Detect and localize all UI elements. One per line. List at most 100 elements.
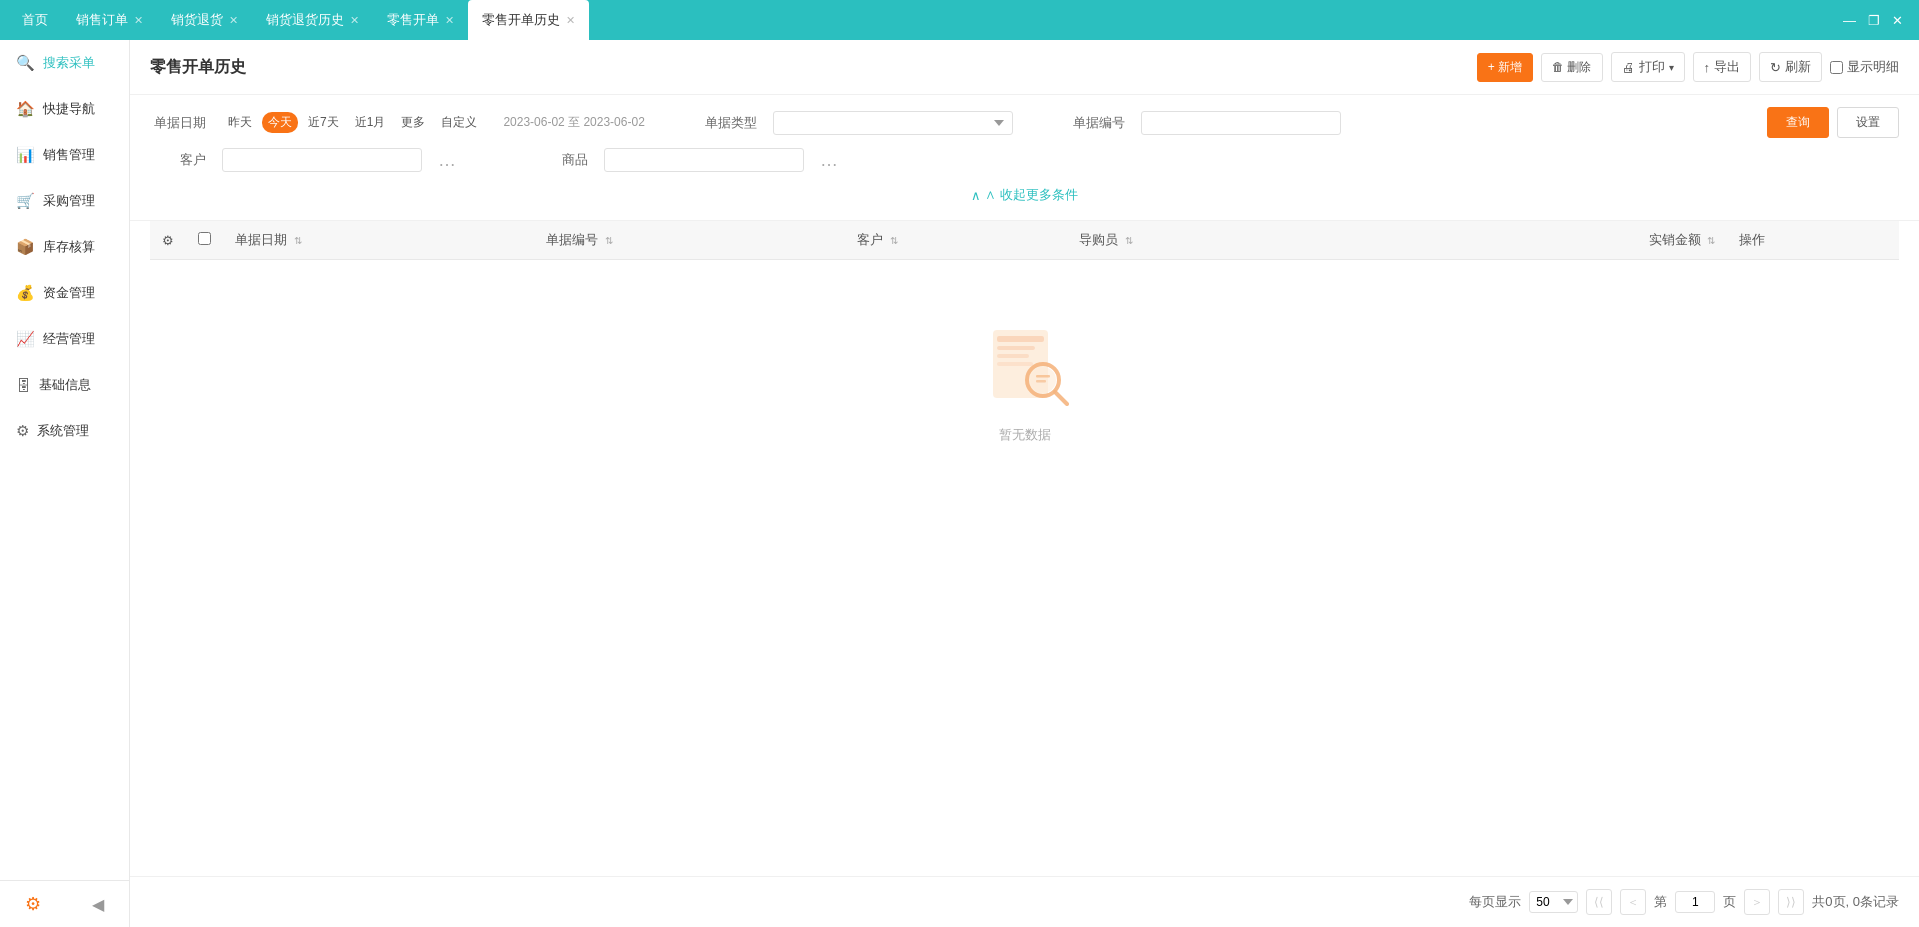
shortcut-1month[interactable]: 近1月 [349,112,392,133]
restore-btn[interactable]: ❐ [1868,13,1880,28]
pagination-bar: 每页显示 50 10 20 100 ⟨⟨ ＜ 第 页 ＞ ⟩⟩ 共0页, 0条记… [130,876,1919,927]
sidebar-item-finance[interactable]: 💰 资金管理 [0,270,129,316]
close-icon[interactable]: ✕ [566,14,575,27]
shortcut-yesterday[interactable]: 昨天 [222,112,258,133]
sort-icon: ⇅ [890,235,898,246]
gear-icon: ⚙ [16,422,29,440]
table-wrapper: ⚙ 单据日期 ⇅ 单据编号 ⇅ [130,221,1919,876]
sidebar-item-operations[interactable]: 📈 经营管理 [0,316,129,362]
shortcut-7days[interactable]: 近7天 [302,112,345,133]
search-icon: 🔍 [16,54,35,72]
table-settings-col[interactable]: ⚙ [150,221,186,260]
sidebar-item-inventory[interactable]: 📦 库存核算 [0,224,129,270]
sidebar-item-sales[interactable]: 📊 销售管理 [0,132,129,178]
table-settings-icon[interactable]: ⚙ [162,233,174,248]
tab-sales-return[interactable]: 销货退货 ✕ [157,0,252,40]
shortcut-custom[interactable]: 自定义 [435,112,483,133]
refresh-icon: ↻ [1770,60,1781,75]
close-icon[interactable]: ✕ [445,14,454,27]
sort-icon: ⇅ [1707,235,1715,246]
refresh-button[interactable]: ↻ 刷新 [1759,52,1822,82]
content-area: 零售开单历史 + 新增 🗑 删除 🖨 打印 ▾ ↑ 导出 ↻ 刷新 [130,40,1919,927]
main-layout: 🔍 搜索采单 🏠 快捷导航 📊 销售管理 🛒 采购管理 📦 库存核算 💰 资金管… [0,40,1919,927]
close-icon[interactable]: ✕ [229,14,238,27]
sidebar-item-quick-nav[interactable]: 🏠 快捷导航 [0,86,129,132]
print-button[interactable]: 🖨 打印 ▾ [1611,52,1685,82]
col-operation: 操作 [1727,221,1899,260]
sidebar-item-basic[interactable]: 🗄 基础信息 [0,362,129,408]
data-table: ⚙ 单据日期 ⇅ 单据编号 ⇅ [150,221,1899,504]
shortcut-today[interactable]: 今天 [262,112,298,133]
display-detail-checkbox[interactable]: 显示明细 [1830,58,1899,76]
col-order-no[interactable]: 单据编号 ⇅ [534,221,845,260]
delete-button[interactable]: 🗑 删除 [1541,53,1602,82]
sort-icon: ⇅ [1125,235,1133,246]
order-no-label: 单据编号 [1069,114,1125,132]
select-all-checkbox[interactable] [198,232,211,245]
collapse-button[interactable]: ∧ ∧ 收起更多条件 [959,182,1090,208]
table-body: 暂无数据 [150,260,1899,505]
box-icon: 📦 [16,238,35,256]
tab-sales-order[interactable]: 销售订单 ✕ [62,0,157,40]
order-type-label: 单据类型 [701,114,757,132]
tab-home[interactable]: 首页 [8,0,62,40]
new-button[interactable]: + 新增 [1477,53,1533,82]
close-icon[interactable]: ✕ [350,14,359,27]
page-title: 零售开单历史 [150,57,246,90]
export-button[interactable]: ↑ 导出 [1693,52,1752,82]
settings-icon[interactable]: ⚙ [25,893,41,915]
cart-icon: 🛒 [16,192,35,210]
print-icon: 🖨 [1622,60,1635,75]
prev-page-btn[interactable]: ＜ [1620,889,1646,915]
order-no-input[interactable] [1141,111,1341,135]
sidebar-item-system[interactable]: ⚙ 系统管理 [0,408,129,454]
tab-sales-return-history[interactable]: 销货退货历史 ✕ [252,0,373,40]
col-date[interactable]: 单据日期 ⇅ [223,221,534,260]
page-input[interactable] [1675,891,1715,913]
svg-rect-3 [997,354,1029,358]
next-page-btn[interactable]: ＞ [1744,889,1770,915]
collapse-sidebar-icon[interactable]: ◀ [92,895,104,914]
empty-text: 暂无数据 [999,426,1051,444]
shortcut-more[interactable]: 更多 [395,112,431,133]
page-suffix: 页 [1723,893,1736,911]
order-type-select[interactable] [773,111,1013,135]
close-btn[interactable]: ✕ [1892,13,1903,28]
empty-state: 暂无数据 [150,260,1899,504]
col-salesperson[interactable]: 导购员 ⇅ [1067,221,1334,260]
setting-button[interactable]: 设置 [1837,107,1899,138]
top-tabbar: 首页 销售订单 ✕ 销货退货 ✕ 销货退货历史 ✕ 零售开单 ✕ 零售开单历史 … [0,0,1919,40]
last-page-btn[interactable]: ⟩⟩ [1778,889,1804,915]
customer-input[interactable] [222,148,422,172]
col-spacer [1334,221,1416,260]
svg-rect-8 [1036,375,1050,378]
per-page-select[interactable]: 50 10 20 100 [1529,891,1578,913]
collapse-icon: ∧ [971,188,981,203]
product-input[interactable] [604,148,804,172]
product-more-icon[interactable]: … [820,151,838,169]
table-checkbox-col[interactable] [186,221,223,260]
finance-icon: 💰 [16,284,35,302]
tab-retail-open[interactable]: 零售开单 ✕ [373,0,468,40]
table-header: ⚙ 单据日期 ⇅ 单据编号 ⇅ [150,221,1899,260]
home-icon: 🏠 [16,100,35,118]
display-detail-input[interactable] [1830,61,1843,74]
chevron-down-icon: ▾ [1669,62,1674,73]
sidebar-item-search[interactable]: 🔍 搜索采单 [0,40,129,86]
tab-retail-history[interactable]: 零售开单历史 ✕ [468,0,589,40]
filter-row-1: 单据日期 昨天 今天 近7天 近1月 更多 自定义 2023-06-02 至 2… [150,107,1899,138]
minimize-btn[interactable]: — [1843,13,1856,28]
col-customer[interactable]: 客户 ⇅ [845,221,1067,260]
export-icon: ↑ [1704,60,1711,75]
sidebar-item-purchase[interactable]: 🛒 采购管理 [0,178,129,224]
window-controls: — ❐ ✕ [1843,13,1911,28]
col-amount[interactable]: 实销金额 ⇅ [1416,221,1727,260]
query-button[interactable]: 查询 [1767,107,1829,138]
first-page-btn[interactable]: ⟨⟨ [1586,889,1612,915]
svg-rect-2 [997,346,1035,350]
close-icon[interactable]: ✕ [134,14,143,27]
customer-more-icon[interactable]: … [438,151,456,169]
chart-icon: 📊 [16,146,35,164]
operations-icon: 📈 [16,330,35,348]
empty-row: 暂无数据 [150,260,1899,505]
